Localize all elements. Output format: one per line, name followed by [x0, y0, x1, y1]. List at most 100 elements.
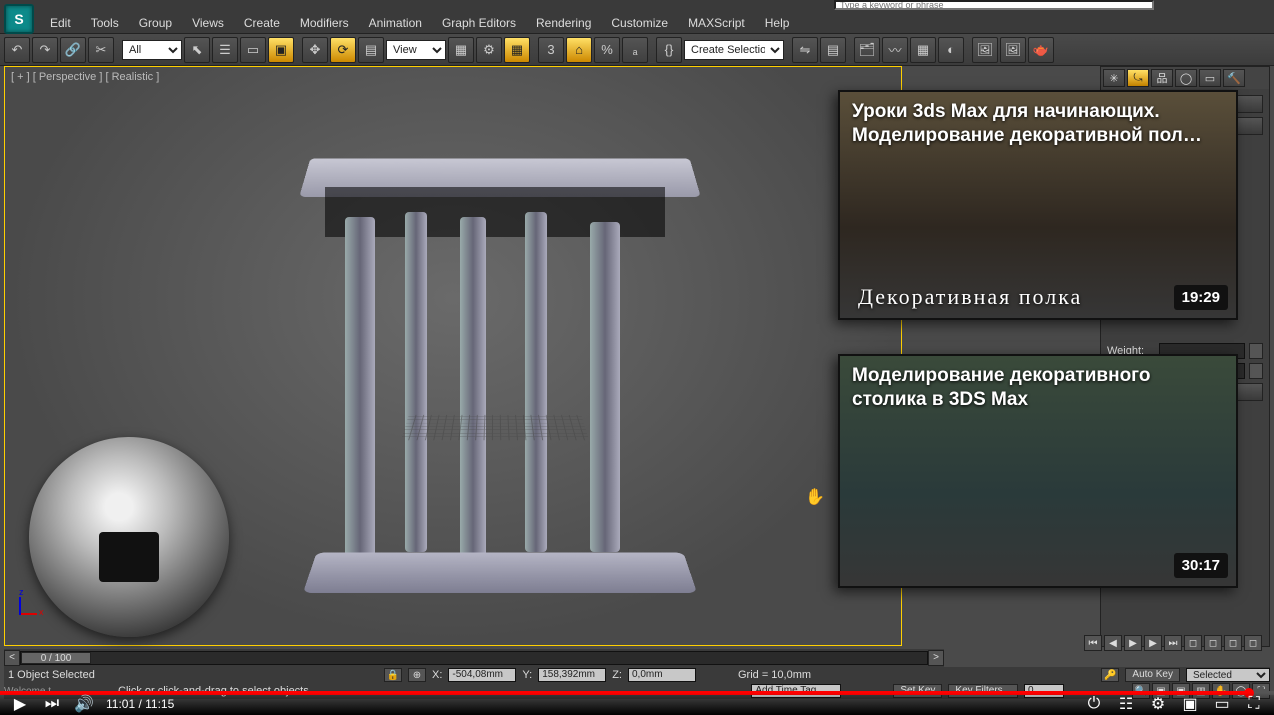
- time-next-icon[interactable]: >: [928, 650, 944, 666]
- select-rotate-icon[interactable]: ⟳: [330, 37, 356, 63]
- cp-motion-icon[interactable]: ◯: [1175, 69, 1197, 87]
- cp-utilities-icon[interactable]: 🔨: [1223, 69, 1245, 87]
- cp-modify-icon[interactable]: ⤿: [1127, 69, 1149, 87]
- x-field[interactable]: -504,08mm: [448, 668, 516, 682]
- nav-2-icon[interactable]: ◻: [1204, 635, 1222, 651]
- render-icon[interactable]: 🫖: [1028, 37, 1054, 63]
- captions-icon[interactable]: ☷: [1116, 694, 1136, 714]
- menu-animation[interactable]: Animation: [359, 13, 432, 33]
- select-region-icon[interactable]: ▭: [240, 37, 266, 63]
- perspective-viewport[interactable]: [ + ] [ Perspective ] [ Realistic ] x z …: [4, 66, 902, 646]
- lock-selection-icon[interactable]: 🔒: [384, 668, 402, 682]
- pan-cursor-icon: ✋: [805, 487, 825, 507]
- y-label: Y:: [522, 669, 532, 681]
- autokey-button[interactable]: Auto Key: [1125, 668, 1180, 682]
- align-icon[interactable]: ▤: [820, 37, 846, 63]
- search-input[interactable]: [834, 0, 1154, 10]
- menu-customize[interactable]: Customize: [601, 13, 678, 33]
- menu-group[interactable]: Group: [129, 13, 182, 33]
- selection-filter-select[interactable]: All: [122, 40, 182, 60]
- menu-rendering[interactable]: Rendering: [526, 13, 601, 33]
- select-move-icon[interactable]: ✥: [302, 37, 328, 63]
- suggested-video-1[interactable]: Уроки 3ds Max для начинающих. Моделирова…: [838, 90, 1238, 320]
- select-manipulate-icon[interactable]: ⚙: [476, 37, 502, 63]
- theater-icon[interactable]: ▭: [1212, 694, 1232, 714]
- spinner-snap-icon[interactable]: ₐ: [622, 37, 648, 63]
- render-setup-icon[interactable]: 🖼: [972, 37, 998, 63]
- model-preview: [285, 147, 715, 607]
- menu-create[interactable]: Create: [234, 13, 290, 33]
- video-title: Моделирование декоративного столика в 3D…: [852, 364, 1224, 412]
- key-mode-icon[interactable]: 🔑: [1101, 668, 1119, 682]
- named-selection-select[interactable]: Create Selection Se: [684, 40, 784, 60]
- video-caption: Декоративная полка: [858, 284, 1082, 310]
- time-thumb[interactable]: 0 / 100: [21, 652, 91, 664]
- edit-named-sel-icon[interactable]: {}: [656, 37, 682, 63]
- next-frame-icon[interactable]: ▶: [1144, 635, 1162, 651]
- viewport-label[interactable]: [ + ] [ Perspective ] [ Realistic ]: [11, 71, 159, 83]
- nav-3-icon[interactable]: ◻: [1224, 635, 1242, 651]
- absolute-transform-icon[interactable]: ⊕: [408, 668, 426, 682]
- video-duration: 19:29: [1174, 285, 1228, 310]
- schematic-icon[interactable]: ▦: [910, 37, 936, 63]
- layers-icon[interactable]: 🗂: [854, 37, 880, 63]
- menu-maxscript[interactable]: MAXScript: [678, 13, 755, 33]
- selection-status: 1 Object Selected: [4, 669, 112, 681]
- y-field[interactable]: 158,392mm: [538, 668, 606, 682]
- time-slider[interactable]: < 0 / 100 >: [4, 649, 944, 667]
- z-label: Z:: [612, 669, 622, 681]
- time-prev-icon[interactable]: <: [4, 650, 20, 666]
- menu-modifiers[interactable]: Modifiers: [290, 13, 359, 33]
- weight-spinner-icon[interactable]: [1249, 343, 1263, 359]
- cp-display-icon[interactable]: ▭: [1199, 69, 1221, 87]
- refcoords-select[interactable]: View: [386, 40, 446, 60]
- menu-views[interactable]: Views: [182, 13, 234, 33]
- axis-gizmo-icon: x z: [19, 585, 49, 615]
- select-by-name-icon[interactable]: ☰: [212, 37, 238, 63]
- next-video-icon[interactable]: ⏭: [42, 694, 62, 714]
- prev-frame-icon[interactable]: ◀: [1104, 635, 1122, 651]
- menu-edit[interactable]: Edit: [40, 13, 81, 33]
- app-logo-icon[interactable]: S: [4, 4, 34, 34]
- snap-3-icon[interactable]: 3: [538, 37, 564, 63]
- suggested-video-2[interactable]: Моделирование декоративного столика в 3D…: [838, 354, 1238, 588]
- curve-editor-icon[interactable]: 〰: [882, 37, 908, 63]
- menu-tools[interactable]: Tools: [81, 13, 129, 33]
- fullscreen-icon[interactable]: ⛶: [1244, 694, 1264, 714]
- cp-create-icon[interactable]: ✳: [1103, 69, 1125, 87]
- cp-hierarchy-icon[interactable]: 品: [1151, 69, 1173, 87]
- goto-end-icon[interactable]: ⏭: [1164, 635, 1182, 651]
- goto-start-icon[interactable]: ⏮: [1084, 635, 1102, 651]
- miniplayer-icon[interactable]: ▣: [1180, 694, 1200, 714]
- select-object-icon[interactable]: ⬉: [184, 37, 210, 63]
- material-editor-icon[interactable]: ◐: [938, 37, 964, 63]
- x-label: X:: [432, 669, 442, 681]
- crease-spinner-icon[interactable]: [1249, 363, 1263, 379]
- menu-help[interactable]: Help: [755, 13, 800, 33]
- undo-icon[interactable]: ↶: [4, 37, 30, 63]
- mirror-icon[interactable]: ⇋: [792, 37, 818, 63]
- play-icon[interactable]: ▶: [10, 694, 30, 714]
- menu-grapheditors[interactable]: Graph Editors: [432, 13, 526, 33]
- unlink-icon[interactable]: ✂: [88, 37, 114, 63]
- use-pivot-icon[interactable]: ▦: [448, 37, 474, 63]
- volume-icon[interactable]: 🔊: [74, 694, 94, 714]
- redo-icon[interactable]: ↷: [32, 37, 58, 63]
- menubar: S Edit Tools Group Views Create Modifier…: [0, 12, 1274, 34]
- link-icon[interactable]: 🔗: [60, 37, 86, 63]
- autoplay-toggle-icon[interactable]: ⏻: [1084, 694, 1104, 714]
- nav-1-icon[interactable]: ◻: [1184, 635, 1202, 651]
- keymode-select[interactable]: Selected: [1186, 668, 1270, 682]
- z-field[interactable]: 0,0mm: [628, 668, 696, 682]
- select-scale-icon[interactable]: ▤: [358, 37, 384, 63]
- nav-4-icon[interactable]: ◻: [1244, 635, 1262, 651]
- keyboard-shortcut-icon[interactable]: ▦: [504, 37, 530, 63]
- percent-snap-icon[interactable]: %: [594, 37, 620, 63]
- play-anim-icon[interactable]: ▶: [1124, 635, 1142, 651]
- window-crossing-icon[interactable]: ▣: [268, 37, 294, 63]
- presenter-avatar: [29, 437, 229, 637]
- angle-snap-icon[interactable]: ⌂: [566, 37, 592, 63]
- video-player-controls: ▶ ⏭ 🔊 11:01 / 11:15 ⏻ ☷ ⚙ ▣ ▭ ⛶: [0, 693, 1274, 715]
- render-frame-icon[interactable]: 🖼: [1000, 37, 1026, 63]
- settings-gear-icon[interactable]: ⚙: [1148, 694, 1168, 714]
